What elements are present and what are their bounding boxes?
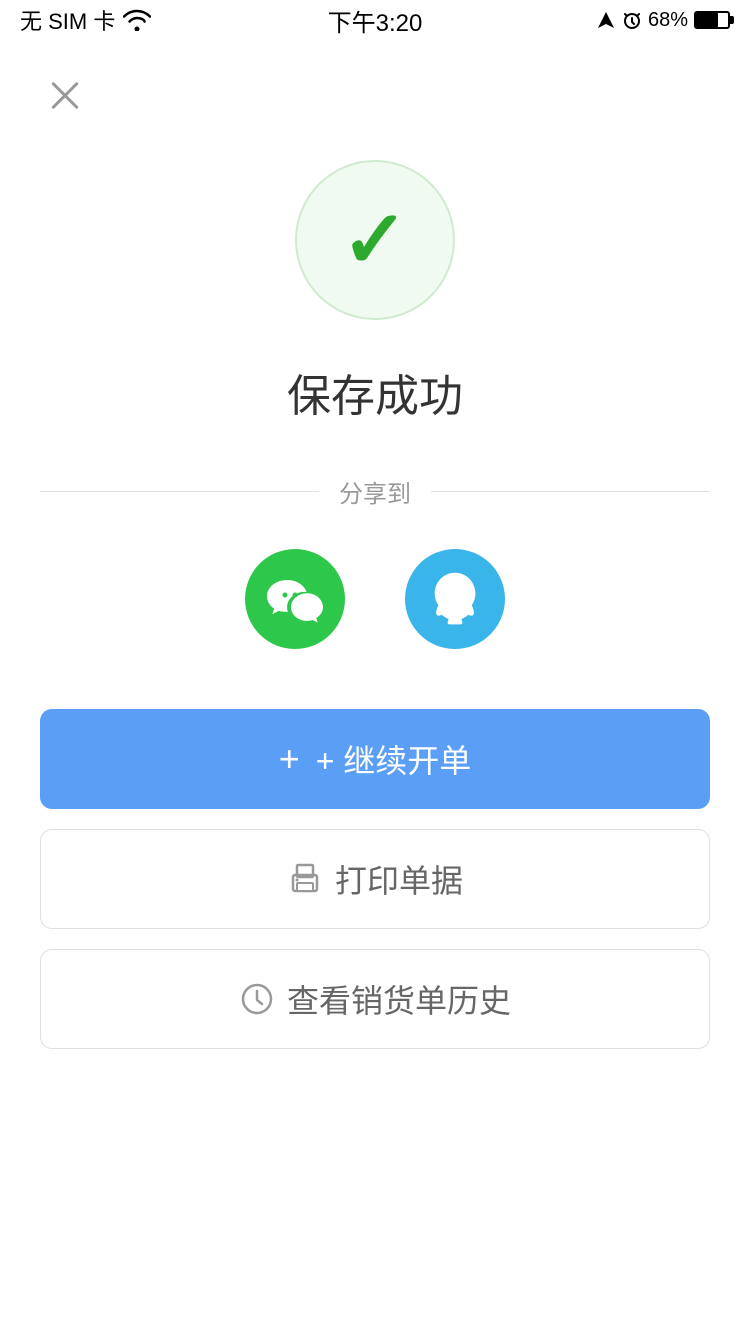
printer-icon bbox=[287, 861, 323, 897]
status-right: 68% bbox=[596, 9, 730, 32]
continue-button[interactable]: + + 继续开单 bbox=[40, 709, 710, 809]
close-button[interactable] bbox=[40, 70, 90, 120]
qq-icon bbox=[427, 569, 483, 629]
plus-icon: + bbox=[279, 738, 300, 780]
success-title: 保存成功 bbox=[287, 360, 463, 424]
wifi-icon bbox=[123, 9, 151, 31]
checkmark-icon: ✓ bbox=[341, 200, 408, 280]
share-divider: 分享到 bbox=[40, 474, 710, 509]
action-buttons: + + 继续开单 打印单据 查看销货单历史 bbox=[40, 709, 710, 1049]
history-label: 查看销货单历史 bbox=[287, 976, 511, 1022]
status-bar: 无 SIM 卡 下午3:20 68% bbox=[0, 0, 750, 40]
print-label: 打印单据 bbox=[335, 856, 463, 902]
location-icon bbox=[596, 10, 616, 30]
divider-right bbox=[431, 491, 710, 492]
qq-share-button[interactable] bbox=[405, 549, 505, 649]
share-label: 分享到 bbox=[339, 474, 411, 509]
share-section: 分享到 bbox=[40, 474, 710, 649]
print-button[interactable]: 打印单据 bbox=[40, 829, 710, 929]
clock-icon bbox=[239, 981, 275, 1017]
main-content: ✓ 保存成功 分享到 bbox=[0, 120, 750, 1334]
sim-label: 无 SIM 卡 bbox=[20, 4, 115, 36]
status-time: 下午3:20 bbox=[328, 3, 423, 38]
continue-label: + 继续开单 bbox=[316, 736, 472, 782]
divider-left bbox=[40, 491, 319, 492]
battery-icon bbox=[694, 11, 730, 29]
battery-percent: 68% bbox=[648, 9, 688, 32]
history-button[interactable]: 查看销货单历史 bbox=[40, 949, 710, 1049]
share-icons bbox=[245, 549, 505, 649]
wechat-icon bbox=[267, 574, 323, 624]
wechat-share-button[interactable] bbox=[245, 549, 345, 649]
success-circle: ✓ bbox=[295, 160, 455, 320]
alarm-icon bbox=[622, 10, 642, 30]
status-left: 无 SIM 卡 bbox=[20, 4, 151, 36]
